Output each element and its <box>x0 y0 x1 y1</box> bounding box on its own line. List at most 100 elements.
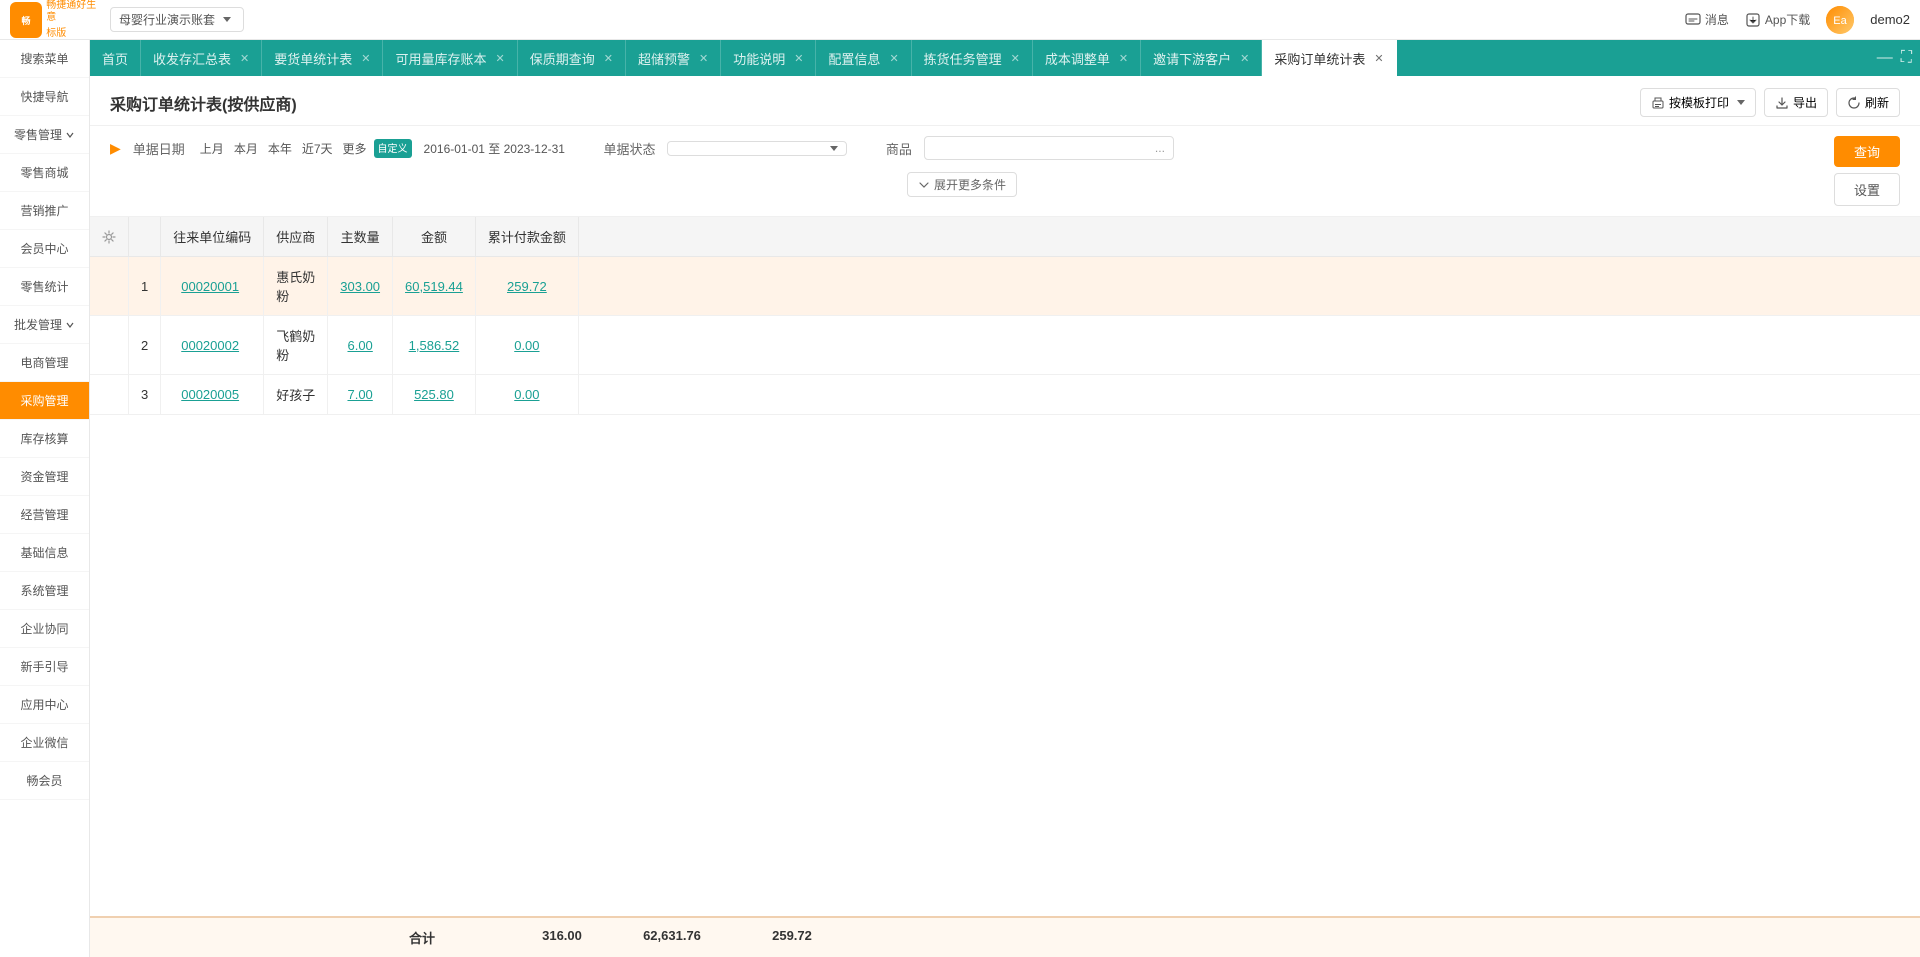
sidebar-item-basic-info[interactable]: 基础信息 <box>0 534 89 572</box>
tab-label: 保质期查询 <box>530 49 595 68</box>
shortcut-7days[interactable]: 近7天 <box>299 139 336 158</box>
tab-invite[interactable]: 邀请下游客户 ✕ <box>1141 40 1262 76</box>
close-icon[interactable]: ✕ <box>361 52 370 65</box>
tab-home[interactable]: 首页 <box>90 40 141 76</box>
shortcut-last-month[interactable]: 上月 <box>197 139 227 158</box>
close-icon[interactable]: ✕ <box>1119 52 1128 65</box>
tab-stock-summary[interactable]: 收发存汇总表 ✕ <box>141 40 262 76</box>
refresh-icon <box>1847 96 1861 110</box>
tab-purchase-order-stats[interactable]: 采购订单统计表 ✕ <box>1262 40 1396 76</box>
goods-input[interactable]: ... <box>924 136 1174 160</box>
tab-overstock[interactable]: 超储预警 ✕ <box>626 40 721 76</box>
close-icon[interactable]: ✕ <box>889 52 898 65</box>
logo-text: 畅捷通好生意 <box>46 0 100 24</box>
sidebar-item-search[interactable]: 搜索菜单 <box>0 40 89 78</box>
sidebar-item-app-center[interactable]: 应用中心 <box>0 686 89 724</box>
sidebar-item-wechat[interactable]: 企业微信 <box>0 724 89 762</box>
refresh-label: 刷新 <box>1865 94 1889 111</box>
sidebar-item-system[interactable]: 系统管理 <box>0 572 89 610</box>
gear-icon[interactable] <box>102 230 116 244</box>
tab-feature-desc[interactable]: 功能说明 ✕ <box>721 40 816 76</box>
tab-usable-stock[interactable]: 可用量库存账本 ✕ <box>383 40 517 76</box>
sidebar-item-ecommerce[interactable]: 电商管理 <box>0 344 89 382</box>
close-icon[interactable]: ✕ <box>1374 52 1383 65</box>
tab-label: 采购订单统计表 <box>1274 49 1365 68</box>
row-amount[interactable]: 1,586.52 <box>393 316 476 375</box>
close-icon[interactable]: ✕ <box>1240 52 1249 65</box>
close-icon[interactable]: ✕ <box>699 52 708 65</box>
row-qty[interactable]: 7.00 <box>328 375 393 415</box>
chevron-down-icon <box>223 17 231 22</box>
row-empty <box>578 316 1920 375</box>
status-select[interactable] <box>667 141 847 156</box>
shortcut-more[interactable]: 更多 <box>340 139 370 158</box>
close-icon[interactable]: ✕ <box>1011 52 1020 65</box>
sidebar-item-newbie[interactable]: 新手引导 <box>0 648 89 686</box>
sidebar-item-wholesale[interactable]: 批发管理 <box>0 306 89 344</box>
sidebar-item-retail-shop[interactable]: 零售商城 <box>0 154 89 192</box>
sidebar-item-inventory[interactable]: 库存核算 <box>0 420 89 458</box>
close-icon[interactable]: ✕ <box>240 52 249 65</box>
company-dropdown[interactable]: 母婴行业演示账套 <box>110 7 244 32</box>
sidebar-item-retail-mgmt[interactable]: 零售管理 <box>0 116 89 154</box>
row-paid[interactable]: 259.72 <box>475 257 578 316</box>
export-icon <box>1775 96 1789 110</box>
tab-order-stats[interactable]: 要货单统计表 ✕ <box>262 40 383 76</box>
row-qty[interactable]: 6.00 <box>328 316 393 375</box>
row-paid[interactable]: 0.00 <box>475 316 578 375</box>
table-row: 1 00020001 惠氏奶粉 303.00 60,519.44 259.72 <box>90 257 1920 316</box>
app-download-btn[interactable]: App下载 <box>1745 11 1810 28</box>
sidebar-item-purchase[interactable]: 采购管理 <box>0 382 89 420</box>
svg-text:Ea: Ea <box>1834 15 1848 27</box>
row-code[interactable]: 00020002 <box>161 316 264 375</box>
table-header-row: 往来单位编码 供应商 主数量 金额 累计付款金额 <box>90 217 1920 257</box>
row-amount[interactable]: 525.80 <box>393 375 476 415</box>
tab-config[interactable]: 配置信息 ✕ <box>816 40 911 76</box>
print-button[interactable]: 按模板打印 <box>1640 88 1756 117</box>
close-icon[interactable]: ✕ <box>794 52 803 65</box>
table-footer: 合计 316.00 62,631.76 259.72 <box>90 916 1920 957</box>
col-supplier-header: 供应商 <box>264 217 328 257</box>
query-button[interactable]: 查询 <box>1834 136 1900 167</box>
goods-filter-label: 商品 <box>886 139 912 158</box>
message-label: 消息 <box>1705 11 1729 28</box>
col-qty-header: 主数量 <box>328 217 393 257</box>
sidebar-item-quicknav[interactable]: 快捷导航 <box>0 78 89 116</box>
sidebar-item-retail-stats[interactable]: 零售统计 <box>0 268 89 306</box>
setting-button[interactable]: 设置 <box>1834 173 1900 206</box>
row-supplier: 惠氏奶粉 <box>264 257 328 316</box>
row-qty[interactable]: 303.00 <box>328 257 393 316</box>
row-amount[interactable]: 60,519.44 <box>393 257 476 316</box>
sidebar-item-enterprise[interactable]: 企业协同 <box>0 610 89 648</box>
avatar-img: Ea <box>1826 6 1854 34</box>
tab-label: 拣货任务管理 <box>924 49 1002 68</box>
row-supplier: 好孩子 <box>264 375 328 415</box>
export-button[interactable]: 导出 <box>1764 88 1828 117</box>
close-icon[interactable]: ✕ <box>604 52 613 65</box>
tab-picking[interactable]: 拣货任务管理 ✕ <box>912 40 1033 76</box>
sidebar-item-finance[interactable]: 资金管理 <box>0 458 89 496</box>
row-code[interactable]: 00020001 <box>161 257 264 316</box>
tab-cost-adjust[interactable]: 成本调整单 ✕ <box>1033 40 1141 76</box>
filter-toggle-arrow[interactable]: ▶ <box>110 140 121 157</box>
sidebar-item-operation[interactable]: 经营管理 <box>0 496 89 534</box>
row-index: 3 <box>129 375 161 415</box>
refresh-button[interactable]: 刷新 <box>1836 88 1900 117</box>
row-paid[interactable]: 0.00 <box>475 375 578 415</box>
minimize-icon[interactable]: — <box>1877 49 1893 67</box>
close-icon[interactable]: ✕ <box>496 52 505 65</box>
maximize-icon[interactable]: ⛶ <box>1901 49 1912 67</box>
sidebar-item-member[interactable]: 会员中心 <box>0 230 89 268</box>
shortcut-this-month[interactable]: 本月 <box>231 139 261 158</box>
expand-label: 展开更多条件 <box>934 176 1006 193</box>
row-code[interactable]: 00020005 <box>161 375 264 415</box>
tab-expiry[interactable]: 保质期查询 ✕ <box>518 40 626 76</box>
message-btn[interactable]: 消息 <box>1685 11 1729 28</box>
nav-tabs: 首页 收发存汇总表 ✕ 要货单统计表 ✕ 可用量库存账本 ✕ 保质期查询 ✕ <box>90 40 1920 76</box>
expand-more-btn[interactable]: 展开更多条件 <box>907 172 1017 197</box>
page-title: 采购订单统计表(按供应商) <box>110 91 297 115</box>
sidebar-item-marketing[interactable]: 营销推广 <box>0 192 89 230</box>
col-code-header: 往来单位编码 <box>161 217 264 257</box>
shortcut-this-year[interactable]: 本年 <box>265 139 295 158</box>
sidebar-item-member2[interactable]: 畅会员 <box>0 762 89 800</box>
